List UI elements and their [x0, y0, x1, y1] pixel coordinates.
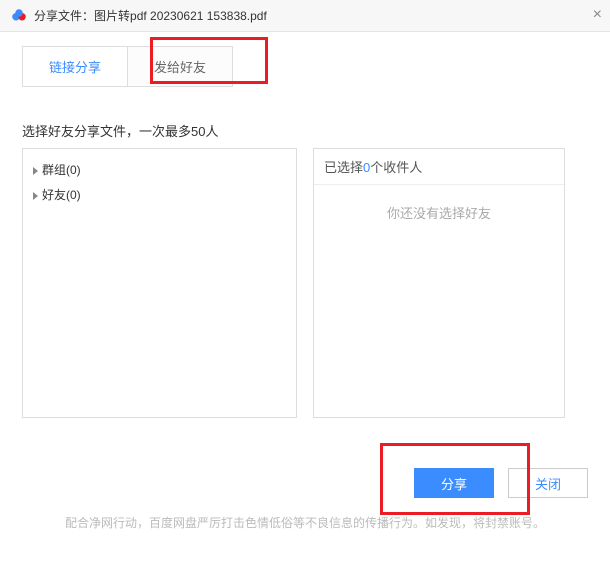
selected-empty-message: 你还没有选择好友: [314, 185, 564, 417]
baidu-netdisk-logo-icon: [10, 7, 28, 25]
tree-item-friends[interactable]: 好友(0): [33, 182, 286, 207]
share-button[interactable]: 分享: [414, 468, 494, 498]
footer-buttons: 分享 关闭: [414, 468, 588, 498]
selected-header: 已选择0个收件人: [314, 149, 564, 185]
selected-suffix: 个收件人: [370, 160, 422, 175]
tab-send-friend[interactable]: 发给好友: [127, 46, 233, 87]
tree-item-groups[interactable]: 群组(0): [33, 157, 286, 182]
title-bar: 分享文件： 图片转pdf 20230621 153838.pdf ×: [0, 0, 610, 32]
tabs: 链接分享 发给好友: [22, 46, 610, 87]
panels: 群组(0) 好友(0) 已选择0个收件人 你还没有选择好友: [0, 148, 610, 418]
footer-notice: 配合净网行动，百度网盘严厉打击色情低俗等不良信息的传播行为。如发现，将封禁账号。: [0, 514, 610, 531]
selected-recipients-panel: 已选择0个收件人 你还没有选择好友: [313, 148, 565, 418]
close-button[interactable]: 关闭: [508, 468, 588, 498]
caret-right-icon: [33, 192, 38, 200]
contact-tree-panel: 群组(0) 好友(0): [22, 148, 297, 418]
close-icon[interactable]: ×: [593, 6, 602, 24]
tree-groups-label: 群组(0): [42, 163, 81, 177]
caret-right-icon: [33, 167, 38, 175]
instruction-text: 选择好友分享文件，一次最多50人: [22, 121, 610, 140]
dialog-title-prefix: 分享文件：: [34, 7, 94, 24]
selected-prefix: 已选择: [324, 160, 363, 175]
tab-link-share[interactable]: 链接分享: [22, 46, 128, 87]
dialog-title-filename: 图片转pdf 20230621 153838.pdf: [94, 7, 267, 24]
tree-friends-label: 好友(0): [42, 188, 81, 202]
